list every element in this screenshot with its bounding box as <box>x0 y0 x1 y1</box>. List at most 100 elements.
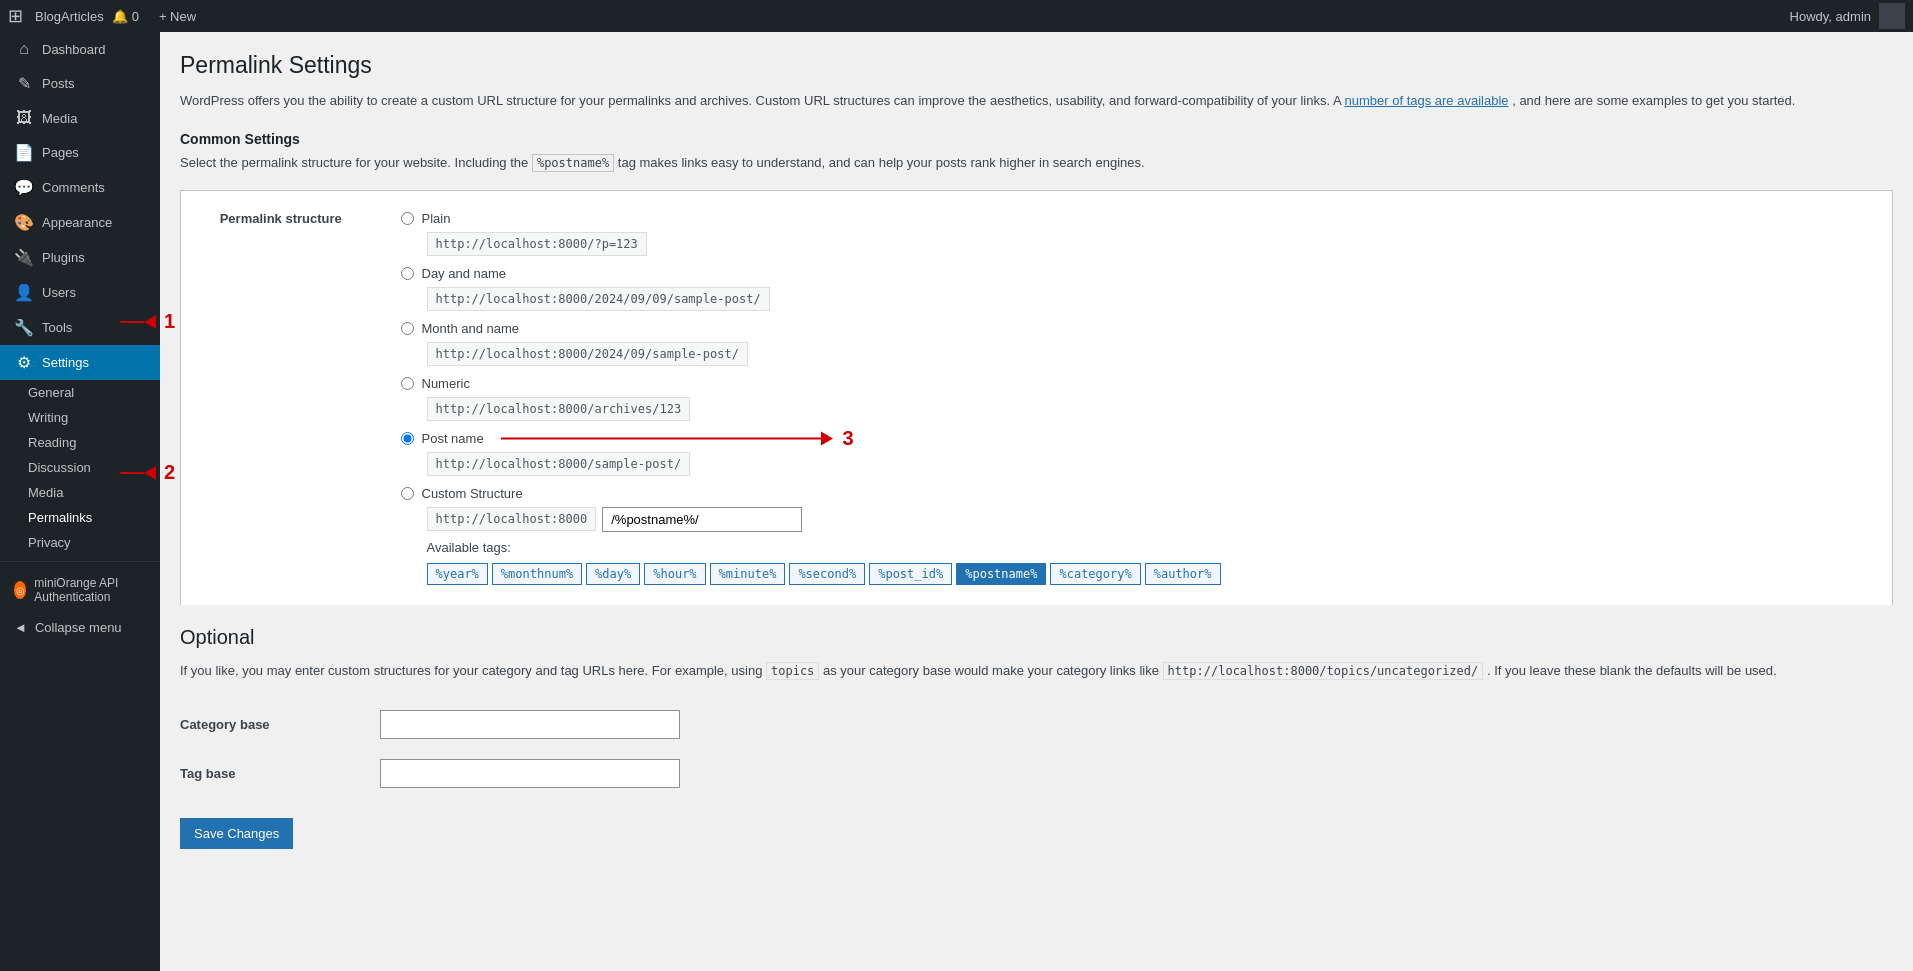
tag-postname[interactable]: %postname% <box>956 563 1046 585</box>
tag-minute[interactable]: %minute% <box>710 563 786 585</box>
radio-input-post-name[interactable] <box>401 432 414 445</box>
radio-day-name[interactable]: Day and name <box>401 266 1873 281</box>
arrow-head-1 <box>144 315 156 329</box>
sidebar-label-plugins: Plugins <box>42 250 85 265</box>
radio-label-day-name[interactable]: Day and name <box>422 266 507 281</box>
submenu-writing[interactable]: Writing <box>0 405 160 430</box>
sidebar-item-appearance[interactable]: 🎨Appearance <box>0 205 160 240</box>
appearance-icon: 🎨 <box>14 213 34 232</box>
sidebar-item-media[interactable]: 🖼Media <box>0 101 160 135</box>
comments-icon: 💬 <box>14 178 34 197</box>
notifications-count: 0 <box>132 9 139 24</box>
annotation-arrow-2: 2 <box>120 461 175 484</box>
sidebar-item-pages[interactable]: 📄Pages <box>0 135 160 170</box>
tag-base-row: Tag base <box>180 749 1893 798</box>
submenu-label-media: Media <box>28 485 63 500</box>
save-changes-button[interactable]: Save Changes <box>180 818 293 849</box>
url-day-name: http://localhost:8000/2024/09/09/sample-… <box>427 287 770 311</box>
desc-end-2: tag makes links easy to understand, and … <box>618 155 1145 170</box>
permalink-structure-options: Plain http://localhost:8000/?p=123 Day a… <box>381 190 1893 605</box>
category-base-cell <box>380 700 1893 749</box>
radio-input-numeric[interactable] <box>401 377 414 390</box>
plugins-icon: 🔌 <box>14 248 34 267</box>
tag-second[interactable]: %second% <box>789 563 865 585</box>
sidebar-label-media: Media <box>42 111 77 126</box>
submenu-label-reading: Reading <box>28 435 76 450</box>
new-button[interactable]: + New <box>159 9 196 24</box>
sidebar-item-posts[interactable]: ✎Posts <box>0 66 160 101</box>
custom-structure-row: http://localhost:8000 <box>427 507 1873 532</box>
radio-month-name[interactable]: Month and name <box>401 321 1873 336</box>
tag-day[interactable]: %day% <box>586 563 640 585</box>
category-base-label: Category base <box>180 700 380 749</box>
arrow-line-2 <box>120 472 144 474</box>
radio-custom[interactable]: Custom Structure <box>401 486 1873 501</box>
optional-title: Optional <box>180 626 1893 649</box>
orange-plugin[interactable]: ◎ miniOrange API Authentication <box>0 568 160 612</box>
dashboard-icon: ⌂ <box>14 40 34 58</box>
optional-desc-end: . If you leave these blank the defaults … <box>1487 663 1777 678</box>
wp-logo-icon[interactable]: ⊞ <box>8 5 23 27</box>
optional-table: Category base Tag base <box>180 700 1893 798</box>
sidebar-item-plugins[interactable]: 🔌 Plugins <box>0 240 160 275</box>
tag-year[interactable]: %year% <box>427 563 488 585</box>
radio-input-plain[interactable] <box>401 212 414 225</box>
tag-category[interactable]: %category% <box>1050 563 1140 585</box>
radio-post-name[interactable]: Post name 3 <box>401 431 1873 446</box>
permalink-structure-label: Permalink structure <box>181 190 381 605</box>
submenu-label-writing: Writing <box>28 410 68 425</box>
sidebar: ⌂ Dashboard ✎Posts 🖼Media 📄Pages 💬Comment… <box>0 32 160 971</box>
page-title: Permalink Settings <box>180 52 1893 79</box>
radio-label-custom[interactable]: Custom Structure <box>422 486 523 501</box>
submenu-reading[interactable]: Reading <box>0 430 160 455</box>
avatar[interactable] <box>1879 3 1905 29</box>
radio-input-month-name[interactable] <box>401 322 414 335</box>
radio-input-custom[interactable] <box>401 487 414 500</box>
tag-hour[interactable]: %hour% <box>644 563 705 585</box>
submenu-general[interactable]: General <box>0 380 160 405</box>
radio-label-numeric[interactable]: Numeric <box>422 376 470 391</box>
radio-plain[interactable]: Plain <box>401 211 1873 226</box>
sidebar-label-settings: Settings <box>42 355 89 370</box>
tag-post-id[interactable]: %post_id% <box>869 563 952 585</box>
submenu-privacy[interactable]: Privacy <box>0 530 160 555</box>
desc-text: WordPress offers you the ability to crea… <box>180 93 1341 108</box>
topbar-right: Howdy, admin <box>1790 3 1905 29</box>
available-tags-label: Available tags: <box>427 540 1873 555</box>
collapse-menu-button[interactable]: ◄ Collapse menu <box>0 612 160 643</box>
custom-url-input[interactable] <box>602 507 802 532</box>
sidebar-label-dashboard: Dashboard <box>42 42 106 57</box>
radio-input-day-name[interactable] <box>401 267 414 280</box>
sidebar-item-dashboard[interactable]: ⌂ Dashboard <box>0 32 160 66</box>
notifications[interactable]: 🔔 0 <box>112 9 139 24</box>
site-name[interactable]: BlogArticles <box>35 9 104 24</box>
common-settings-desc: Select the permalink structure for your … <box>180 155 1893 170</box>
users-icon: 👤 <box>14 283 34 302</box>
collapse-label: Collapse menu <box>35 620 122 635</box>
annotation-3: 3 <box>843 427 854 450</box>
radio-label-post-name[interactable]: Post name <box>422 431 484 446</box>
arrow-head-3 <box>821 431 833 445</box>
arrow-head-2 <box>144 466 156 480</box>
radio-label-month-name[interactable]: Month and name <box>422 321 520 336</box>
category-base-input[interactable] <box>380 710 680 739</box>
radio-label-plain[interactable]: Plain <box>422 211 451 226</box>
arrow-line-1 <box>120 321 144 323</box>
arrow-line-3 <box>501 437 821 439</box>
submenu-permalinks[interactable]: Permalinks <box>0 505 160 530</box>
tag-base-input[interactable] <box>380 759 680 788</box>
howdy-text: Howdy, admin <box>1790 9 1871 24</box>
tags-available-link[interactable]: number of tags are available <box>1344 93 1508 108</box>
posts-icon: ✎ <box>14 74 34 93</box>
custom-url-prefix: http://localhost:8000 <box>427 507 597 531</box>
radio-numeric[interactable]: Numeric <box>401 376 1873 391</box>
submenu-label-discussion: Discussion <box>28 460 91 475</box>
permalink-table: Permalink structure Plain http://localho… <box>180 190 1893 606</box>
sidebar-item-settings[interactable]: ⚙Settings General Writing Reading Discus… <box>0 345 160 555</box>
sidebar-item-users[interactable]: 👤Users <box>0 275 160 310</box>
sidebar-item-comments[interactable]: 💬Comments <box>0 170 160 205</box>
annotation-arrow-1: 1 <box>120 310 175 333</box>
annotation-arrow-3: 3 <box>501 427 881 450</box>
tag-author[interactable]: %author% <box>1145 563 1221 585</box>
tag-monthnum[interactable]: %monthnum% <box>492 563 582 585</box>
